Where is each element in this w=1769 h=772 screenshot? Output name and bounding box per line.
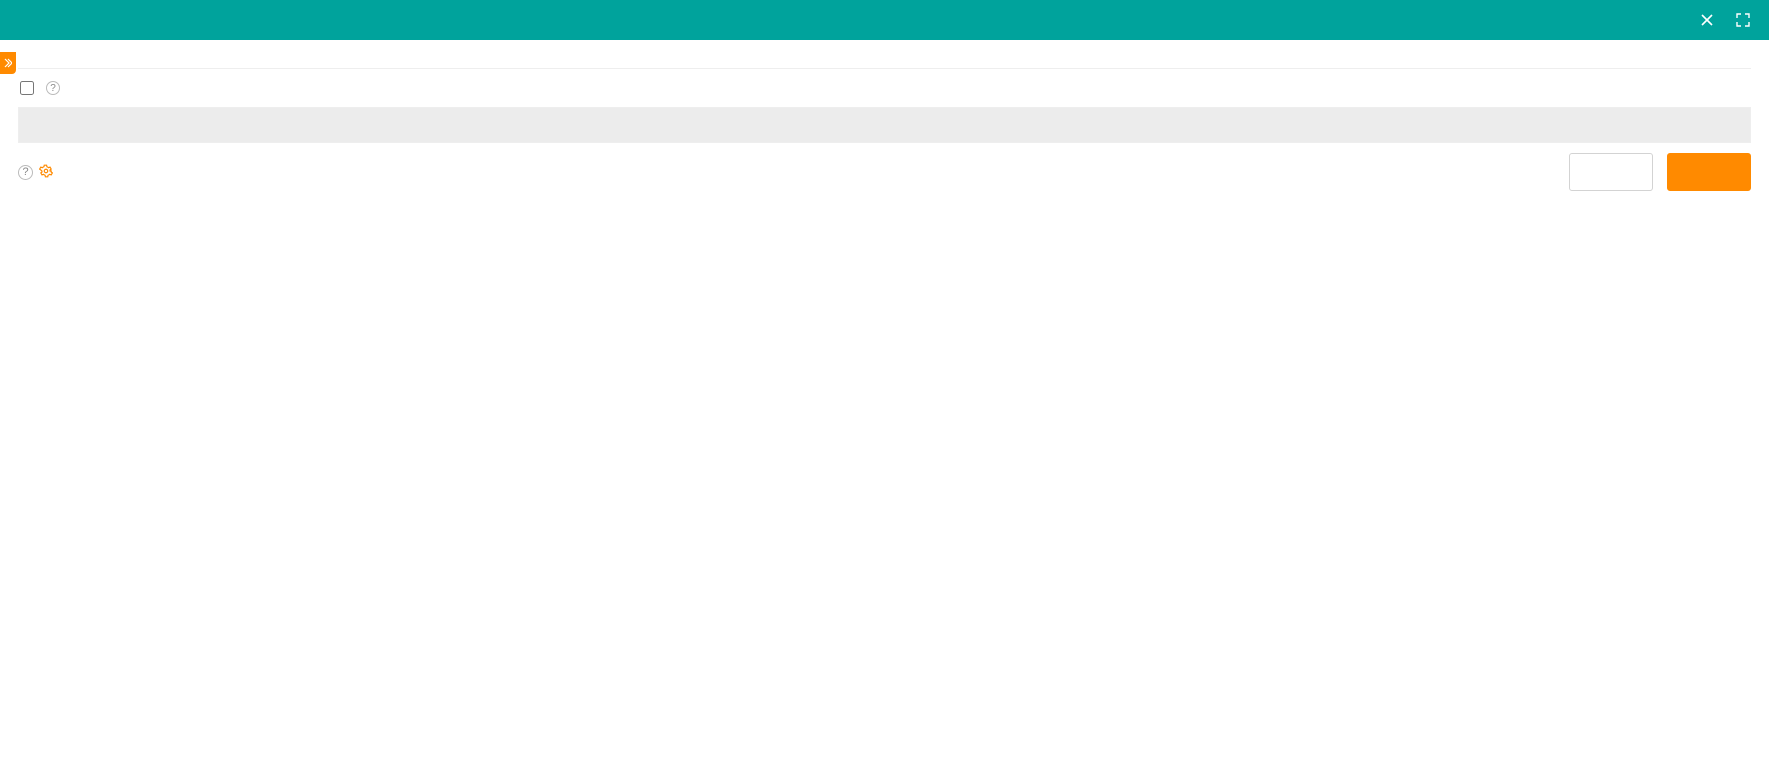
top-tabs [0,0,1769,40]
help-icon[interactable]: ? [46,81,60,95]
close-all-icon[interactable] [1689,0,1725,40]
expand-handle-icon[interactable] [0,52,16,74]
topbar-right [1689,0,1769,40]
fullscreen-icon[interactable] [1725,0,1761,40]
columns-table [18,107,1751,143]
table-header [19,108,1750,142]
save-button[interactable] [1667,153,1751,191]
cancel-button[interactable] [1569,153,1653,191]
gear-icon [39,164,53,181]
manage-custom-fields-link[interactable]: ? [18,164,59,181]
help-icon[interactable]: ? [18,165,33,180]
context-label [0,52,1769,62]
show-summary-checkbox[interactable] [20,81,34,95]
